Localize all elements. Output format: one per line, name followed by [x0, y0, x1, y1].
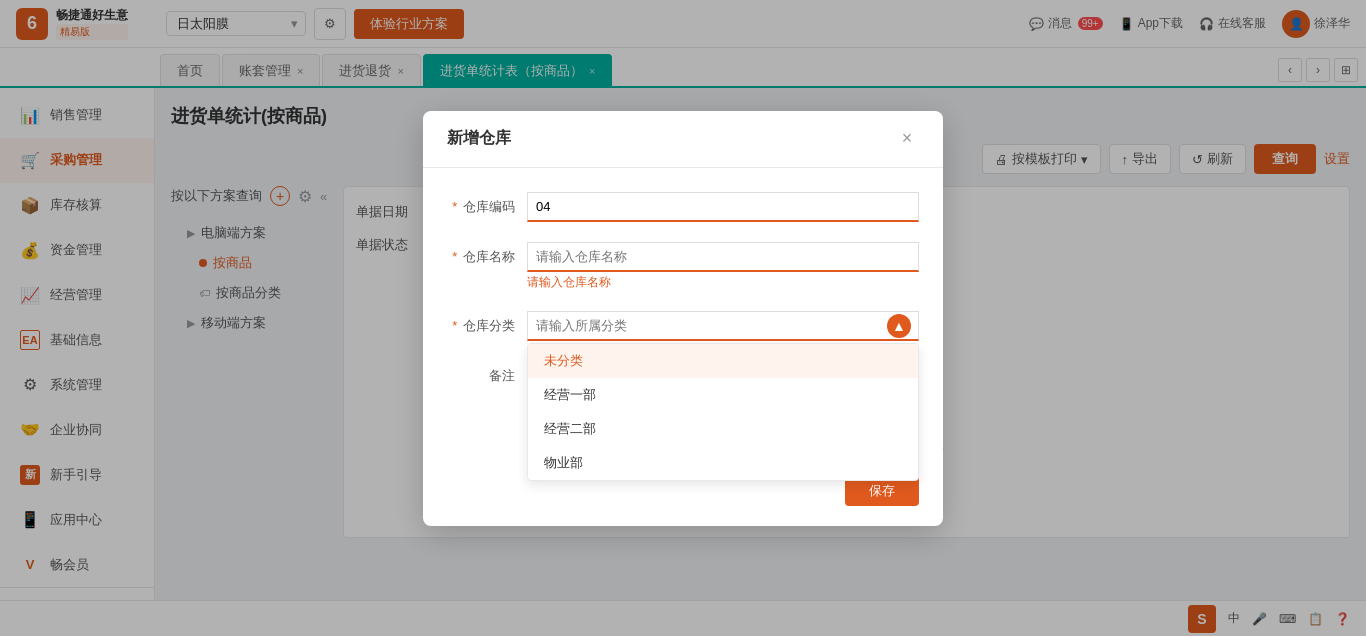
form-row-name: * 仓库名称 请输入仓库名称	[447, 242, 919, 291]
category-dropdown: 未分类 经营一部 经营二部 物业部	[527, 343, 919, 481]
category-input[interactable]	[527, 311, 919, 341]
dropdown-item-dept1[interactable]: 经营一部	[528, 378, 918, 412]
form-row-category: * 仓库分类 ▲ 未分类 经营一部 经营二部 物业部	[447, 311, 919, 341]
name-error-message: 请输入仓库名称	[527, 274, 919, 291]
category-required-star: *	[452, 318, 457, 333]
dropdown-item-property[interactable]: 物业部	[528, 446, 918, 480]
name-label: * 仓库名称	[447, 242, 527, 266]
name-field: 请输入仓库名称	[527, 242, 919, 291]
category-select-wrap: ▲ 未分类 经营一部 经营二部 物业部	[527, 311, 919, 341]
modal-body: * 仓库编码 * 仓库名称 请输入仓库名称	[423, 168, 943, 464]
category-field: ▲ 未分类 经营一部 经营二部 物业部	[527, 311, 919, 341]
category-label: * 仓库分类	[447, 311, 527, 335]
name-required-star: *	[452, 249, 457, 264]
modal-close-button[interactable]: ×	[895, 127, 919, 151]
modal-add-warehouse: 新增仓库 × * 仓库编码 * 仓库名称	[423, 111, 943, 526]
category-arrow-icon[interactable]: ▲	[887, 314, 911, 338]
dropdown-item-uncategorized[interactable]: 未分类	[528, 344, 918, 378]
modal-title: 新增仓库	[447, 128, 511, 149]
code-field	[527, 192, 919, 222]
modal-header: 新增仓库 ×	[423, 111, 943, 168]
name-input[interactable]	[527, 242, 919, 272]
code-required-star: *	[452, 199, 457, 214]
remark-label: 备注	[447, 361, 527, 385]
modal-overlay: 新增仓库 × * 仓库编码 * 仓库名称	[0, 0, 1366, 636]
form-row-code: * 仓库编码	[447, 192, 919, 222]
dropdown-item-dept2[interactable]: 经营二部	[528, 412, 918, 446]
code-input[interactable]	[527, 192, 919, 222]
code-label: * 仓库编码	[447, 192, 527, 216]
